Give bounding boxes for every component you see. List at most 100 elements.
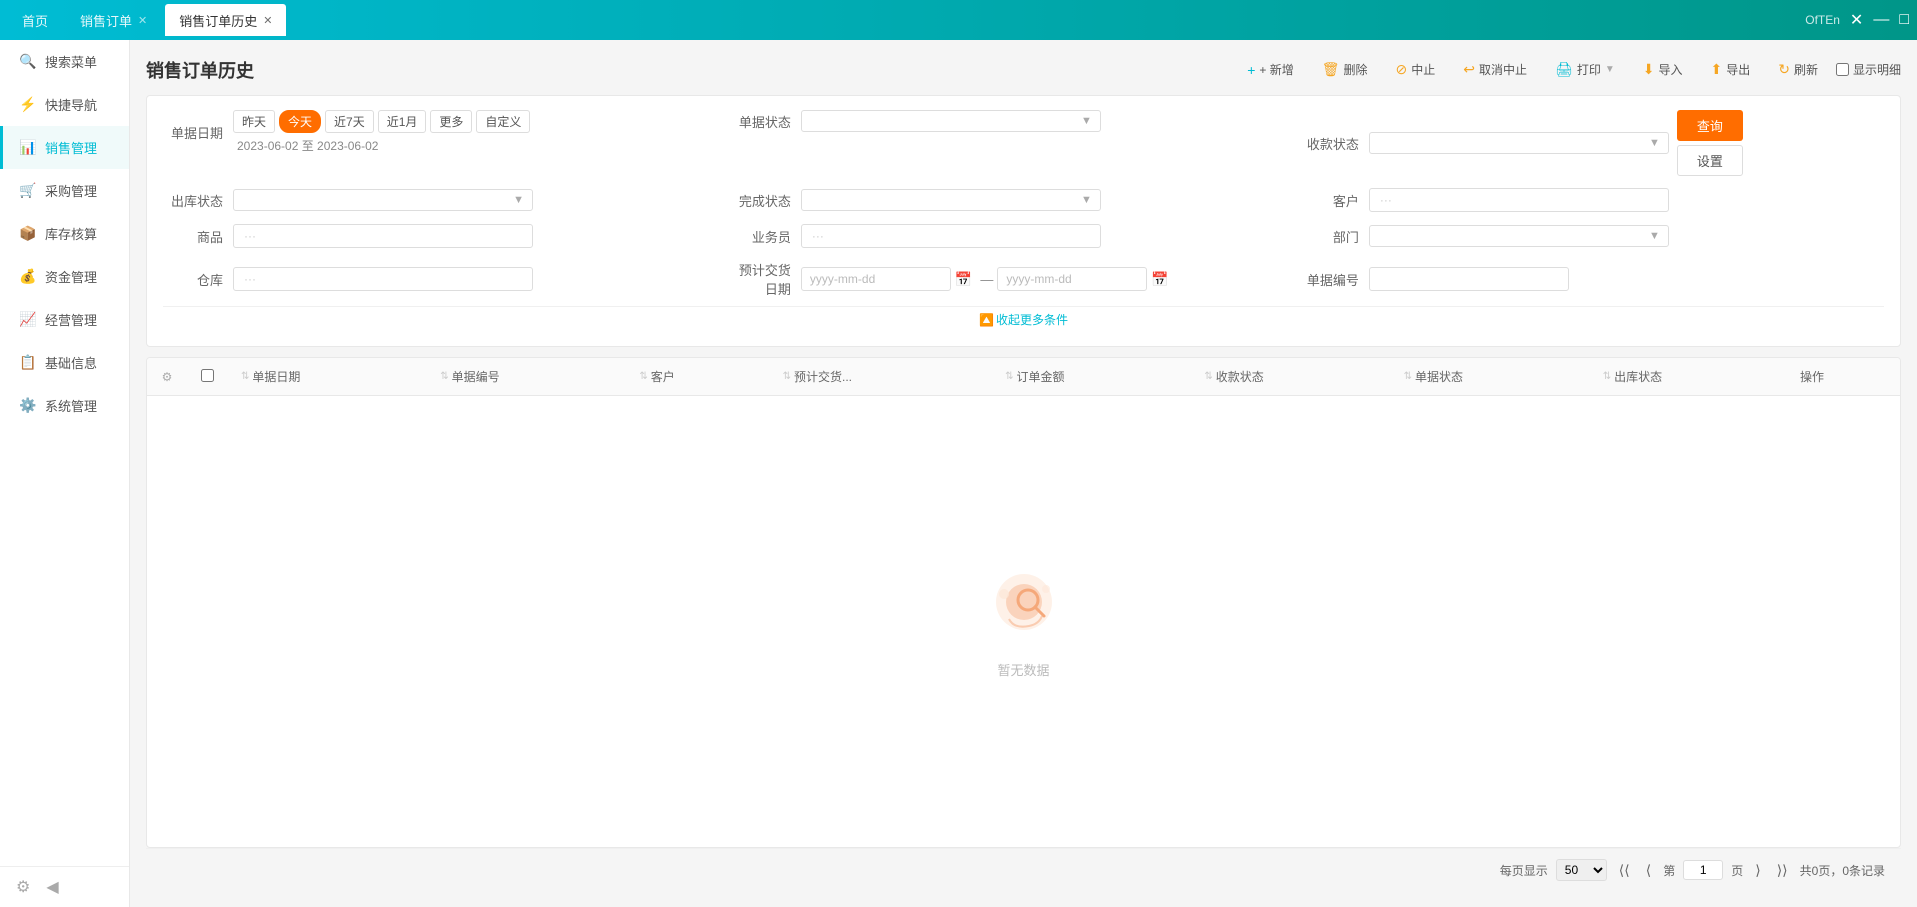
export-icon: ⬆: [1710, 61, 1722, 78]
col-amount-label: 订单金额: [1017, 368, 1065, 385]
date-btn-1month[interactable]: 近1月: [378, 110, 427, 133]
department-select[interactable]: ▼: [1369, 225, 1669, 247]
export-button[interactable]: ⬆ 导出: [1700, 56, 1760, 83]
product-label: 商品: [163, 227, 233, 246]
tab-home[interactable]: 首页: [8, 4, 62, 36]
salesperson-filter[interactable]: ···: [801, 224, 1101, 248]
delete-label: 删除: [1344, 61, 1368, 78]
expected-delivery-end[interactable]: [997, 267, 1147, 291]
prev-page-button[interactable]: ⟨: [1642, 860, 1655, 881]
date-btn-today[interactable]: 今天: [279, 110, 321, 133]
sidebar-item-quick-nav[interactable]: ⚡ 快捷导航: [0, 83, 129, 126]
date-btn-custom[interactable]: 自定义: [476, 110, 530, 133]
new-button[interactable]: + + 新增: [1237, 56, 1304, 83]
col-delivery-sort-icon: ⇅: [1603, 371, 1611, 382]
select-all-checkbox[interactable]: [201, 369, 214, 382]
col-customer[interactable]: ⇅ 客户: [625, 358, 768, 396]
col-expected[interactable]: ⇅ 预计交货...: [769, 358, 992, 396]
query-button[interactable]: 查询: [1677, 110, 1743, 141]
collapse-button[interactable]: 🔼 收起更多条件: [979, 311, 1068, 328]
product-filter[interactable]: ···: [233, 224, 533, 248]
doc-number-input[interactable]: [1369, 267, 1569, 291]
date-btn-more[interactable]: 更多: [430, 110, 472, 133]
top-close-icon[interactable]: ✕: [1850, 10, 1863, 30]
next-page-button[interactable]: ⟩: [1751, 860, 1764, 881]
import-icon: ⬇: [1643, 61, 1655, 78]
top-maximize-icon[interactable]: □: [1899, 11, 1909, 29]
sidebar-item-search-menu[interactable]: 🔍 搜索菜单: [0, 40, 129, 83]
calendar-start-icon[interactable]: 📅: [955, 271, 972, 288]
sidebar-item-inventory[interactable]: 📦 库存核算: [0, 212, 129, 255]
export-label: 导出: [1726, 61, 1750, 78]
stop-label: 中止: [1411, 61, 1435, 78]
sidebar-item-finance[interactable]: 💰 资金管理: [0, 255, 129, 298]
col-doc-status[interactable]: ⇅ 单据状态: [1390, 358, 1589, 396]
tab-sales-order-close[interactable]: ✕: [138, 14, 147, 27]
sidebar-item-sys-mgmt[interactable]: ⚙️ 系统管理: [0, 384, 129, 427]
tab-sales-order-label: 销售订单: [80, 11, 132, 30]
tab-sales-order[interactable]: 销售订单 ✕: [66, 4, 161, 36]
top-minimize-icon[interactable]: —: [1873, 11, 1889, 29]
stop-icon: ⊘: [1396, 61, 1408, 78]
first-page-button[interactable]: ⟨⟨: [1615, 860, 1634, 881]
date-btn-7days[interactable]: 近7天: [325, 110, 374, 133]
sidebar-settings-icon[interactable]: ⚙: [16, 877, 30, 897]
sidebar-item-purchase-mgmt[interactable]: 🛒 采购管理: [0, 169, 129, 212]
sidebar-item-sales-mgmt[interactable]: 📊 销售管理: [0, 126, 129, 169]
display-toggle-checkbox[interactable]: [1836, 63, 1849, 76]
payment-status-select[interactable]: ▼: [1369, 132, 1669, 154]
page-number-input[interactable]: [1683, 860, 1723, 880]
tab-home-label: 首页: [22, 11, 48, 30]
page-title: 销售订单历史: [146, 57, 254, 83]
refresh-button[interactable]: ↻ 刷新: [1768, 56, 1828, 83]
delete-button[interactable]: 🗑 删除: [1312, 56, 1378, 83]
col-amount[interactable]: ⇅ 订单金额: [991, 358, 1190, 396]
cancel-stop-button[interactable]: ↩ 取消中止: [1453, 56, 1537, 83]
refresh-label: 刷新: [1794, 61, 1818, 78]
collapse-row: 🔼 收起更多条件: [163, 306, 1884, 332]
collapse-label: 收起更多条件: [996, 311, 1068, 328]
completion-status-select[interactable]: ▼: [801, 189, 1101, 211]
col-number[interactable]: ⇅ 单据编号: [426, 358, 625, 396]
last-page-button[interactable]: ⟩⟩: [1773, 860, 1792, 881]
col-date-label: 单据日期: [252, 368, 300, 385]
salesperson-dots-icon: ···: [812, 229, 824, 243]
warehouse-label: 仓库: [163, 270, 233, 289]
doc-status-select[interactable]: ▼: [801, 110, 1101, 132]
col-date[interactable]: ⇅ 单据日期: [227, 358, 426, 396]
date-btn-yesterday[interactable]: 昨天: [233, 110, 275, 133]
import-button[interactable]: ⬇ 导入: [1633, 56, 1693, 83]
warehouse-dots-icon: ···: [244, 272, 256, 286]
per-page-select[interactable]: 50 10 20 100: [1556, 859, 1607, 881]
sidebar-item-basic-info[interactable]: 📋 基础信息: [0, 341, 129, 384]
sidebar-item-purchase-mgmt-label: 采购管理: [45, 181, 97, 200]
date-range-display: 2023-06-02 至 2023-06-02: [237, 137, 530, 154]
table-settings-icon[interactable]: ⚙: [162, 370, 173, 384]
settings-col-header: ⚙: [147, 358, 187, 396]
expected-delivery-start[interactable]: [801, 267, 951, 291]
warehouse-filter[interactable]: ···: [233, 267, 533, 291]
collapse-icon: 🔼: [979, 313, 994, 327]
tab-sales-order-history-close[interactable]: ✕: [263, 14, 272, 27]
sidebar-item-basic-info-label: 基础信息: [45, 353, 97, 372]
col-payment[interactable]: ⇅ 收款状态: [1190, 358, 1389, 396]
sidebar-collapse-icon[interactable]: ◀: [46, 877, 58, 897]
toolbar: + + 新增 🗑 删除 ⊘ 中止 ↩ 取消中止 🖨 打印: [1237, 56, 1901, 83]
salesperson-label: 业务员: [731, 227, 801, 246]
cancel-stop-label: 取消中止: [1479, 61, 1527, 78]
tab-sales-order-history-label: 销售订单历史: [179, 11, 257, 30]
page-header: 销售订单历史 + + 新增 🗑 删除 ⊘ 中止 ↩ 取消中止: [146, 56, 1901, 83]
col-delivery[interactable]: ⇅ 出库状态: [1589, 358, 1788, 396]
col-action-label: 操作: [1800, 370, 1824, 384]
delivery-status-select[interactable]: ▼: [233, 189, 533, 211]
stop-button[interactable]: ⊘ 中止: [1386, 56, 1446, 83]
sidebar-item-operations[interactable]: 📈 经营管理: [0, 298, 129, 341]
col-customer-label: 客户: [651, 368, 675, 385]
tab-sales-order-history[interactable]: 销售订单历史 ✕: [165, 4, 286, 36]
content-area: 销售订单历史 + + 新增 🗑 删除 ⊘ 中止 ↩ 取消中止: [130, 40, 1917, 907]
settings-button[interactable]: 设置: [1677, 145, 1743, 176]
print-button[interactable]: 🖨 打印 ▼: [1545, 56, 1625, 83]
calendar-end-icon[interactable]: 📅: [1151, 271, 1168, 288]
page-unit: 页: [1731, 862, 1743, 879]
customer-filter[interactable]: ···: [1369, 188, 1669, 212]
